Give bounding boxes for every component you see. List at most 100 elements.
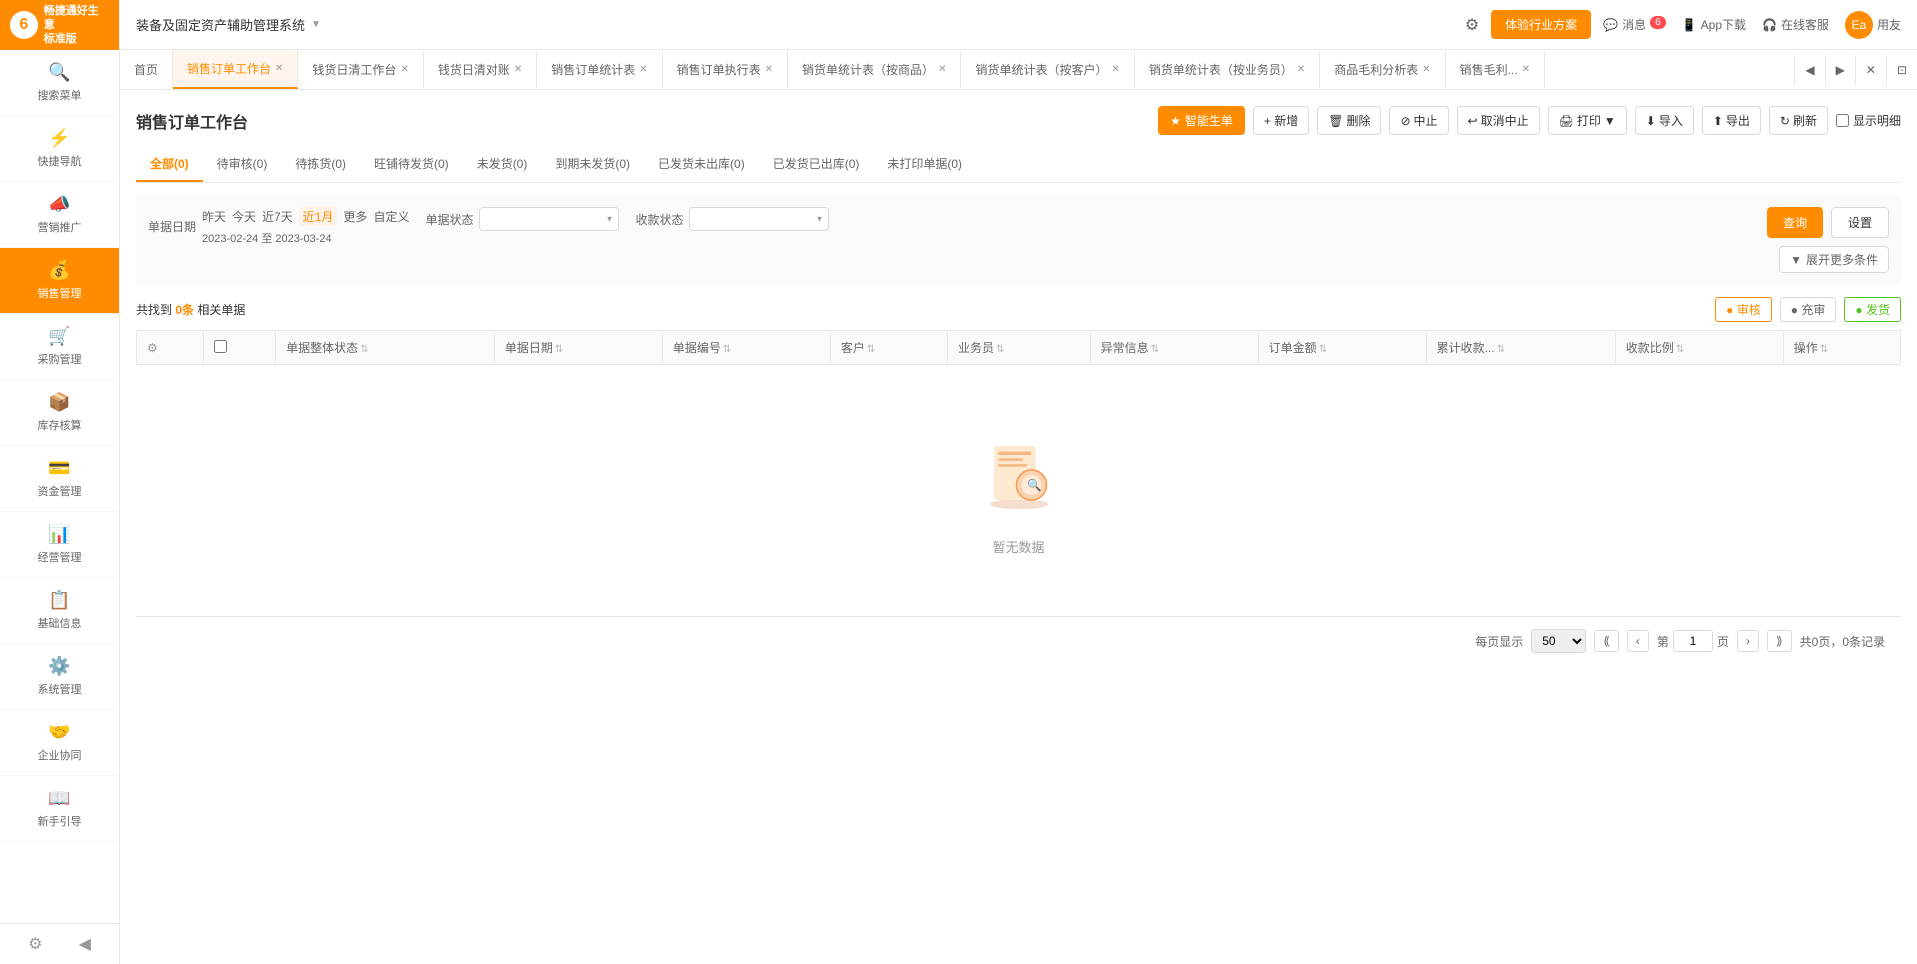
- stop-button[interactable]: ⊘ 中止: [1389, 106, 1448, 135]
- app-download-action[interactable]: 📱 App下载: [1682, 16, 1746, 33]
- export-button[interactable]: ⬆ 导出: [1702, 106, 1761, 135]
- date-shortcut-更多[interactable]: 更多: [343, 208, 367, 225]
- sort-icon-collected: ⇅: [1497, 344, 1505, 355]
- experience-button[interactable]: 体验行业方案: [1491, 10, 1591, 39]
- stop-icon: ⊘: [1400, 114, 1410, 128]
- detail-checkbox-label[interactable]: 显示明细: [1836, 112, 1901, 129]
- sidebar-item-经营管理[interactable]: 📊经营管理: [0, 512, 119, 578]
- tab-8[interactable]: 销货单统计表（按业务员）✕: [1135, 51, 1320, 88]
- export-icon: ⬆: [1713, 114, 1723, 128]
- tab-next-btn[interactable]: ▶: [1825, 55, 1855, 85]
- cancel-stop-button[interactable]: ↩ 取消中止: [1457, 106, 1540, 135]
- sidebar-item-采购管理[interactable]: 🛒采购管理: [0, 314, 119, 380]
- tab-close-icon[interactable]: ✕: [1422, 64, 1430, 75]
- tab-expand-btn[interactable]: ⊡: [1886, 55, 1917, 85]
- sidebar-label: 系统管理: [38, 681, 82, 697]
- tab-2[interactable]: 钱货日清工作台✕: [298, 51, 423, 88]
- filter-tab-已发货未出库[interactable]: 已发货未出库(0): [644, 147, 759, 182]
- filter-tab-未打印单据[interactable]: 未打印单据(0): [873, 147, 976, 182]
- delete-button[interactable]: 🗑 删除: [1317, 106, 1381, 135]
- sidebar-item-新手引导[interactable]: 📖新手引导: [0, 776, 119, 842]
- cancel-audit-button[interactable]: ● 充审: [1780, 297, 1837, 322]
- tab-close-icon[interactable]: ✕: [1522, 64, 1530, 75]
- tab-5[interactable]: 销售订单执行表✕: [663, 51, 788, 88]
- sidebar-item-营销推广[interactable]: 📣营销推广: [0, 182, 119, 248]
- print-button[interactable]: 🖨 打印 ▼: [1548, 106, 1627, 135]
- detail-checkbox[interactable]: [1836, 114, 1849, 127]
- sidebar-label: 企业协同: [38, 747, 82, 763]
- filter-tab-全部[interactable]: 全部(0): [136, 147, 203, 182]
- tab-close-icon[interactable]: ✕: [938, 64, 946, 75]
- date-shortcut-自定义[interactable]: 自定义: [373, 208, 409, 225]
- sidebar-item-基础信息[interactable]: 📋基础信息: [0, 578, 119, 644]
- message-action[interactable]: 💬 消息 6: [1603, 16, 1666, 33]
- filter-tab-待审核[interactable]: 待审核(0): [203, 147, 282, 182]
- tab-3[interactable]: 钱货日清对账✕: [424, 51, 537, 88]
- add-button[interactable]: + 新增: [1253, 106, 1309, 135]
- tab-close-icon[interactable]: ✕: [1111, 64, 1119, 75]
- per-page-select[interactable]: 50 100 200: [1531, 629, 1586, 653]
- filter-tab-已发货已出库[interactable]: 已发货已出库(0): [759, 147, 874, 182]
- sidebar-item-资金管理[interactable]: 💳资金管理: [0, 446, 119, 512]
- tab-6[interactable]: 销货单统计表（按商品）✕: [788, 51, 961, 88]
- settings-form-button[interactable]: 设置: [1831, 207, 1889, 238]
- sort-icon-amount: ⇅: [1319, 344, 1327, 355]
- page-next-btn[interactable]: ›: [1737, 630, 1759, 652]
- query-button[interactable]: 查询: [1767, 207, 1823, 238]
- audit-button[interactable]: ● 审核: [1715, 297, 1772, 322]
- tab-close-btn[interactable]: ✕: [1855, 55, 1886, 85]
- sort-icon-status: ⇅: [360, 344, 368, 355]
- sidebar-item-销售管理[interactable]: 💰销售管理: [0, 248, 119, 314]
- tab-close-icon[interactable]: ✕: [514, 64, 522, 75]
- date-shortcut-近7天[interactable]: 近7天: [262, 208, 293, 225]
- cancel-stop-icon: ↩: [1468, 114, 1478, 128]
- expand-conditions-button[interactable]: ▼ 展开更多条件: [1779, 246, 1889, 273]
- tab-4[interactable]: 销售订单统计表✕: [537, 51, 662, 88]
- online-service-action[interactable]: 🎧 在线客服: [1762, 16, 1829, 33]
- page-prev-btn[interactable]: ‹: [1627, 630, 1649, 652]
- tab-close-icon[interactable]: ✕: [275, 63, 283, 74]
- sidebar-item-搜索菜单[interactable]: 🔍搜索菜单: [0, 50, 119, 116]
- toolbar: ★ 智能生单 + 新增 🗑 删除 ⊘ 中止 ↩: [1158, 106, 1901, 135]
- sidebar-item-快捷导航[interactable]: ⚡快捷导航: [0, 116, 119, 182]
- header-settings-icon[interactable]: ⚙: [1465, 15, 1479, 35]
- collapse-icon[interactable]: ◀: [79, 934, 91, 954]
- tab-10[interactable]: 销售毛利...✕: [1446, 51, 1545, 88]
- refresh-button[interactable]: ↻ 刷新: [1769, 106, 1828, 135]
- tab-nav-buttons: ◀ ▶ ✕ ⊡: [1794, 55, 1917, 85]
- select-all-checkbox[interactable]: [214, 340, 227, 353]
- date-shortcut-近1月[interactable]: 近1月: [299, 207, 338, 226]
- page-input[interactable]: [1673, 630, 1713, 652]
- sidebar-item-系统管理[interactable]: ⚙️系统管理: [0, 644, 119, 710]
- page-last-btn[interactable]: ⟫: [1767, 630, 1792, 652]
- tab-close-icon[interactable]: ✕: [400, 64, 408, 75]
- import-button[interactable]: ⬇ 导入: [1635, 106, 1694, 135]
- tab-1[interactable]: 销售订单工作台✕: [173, 50, 298, 89]
- filter-tab-未发货[interactable]: 未发货(0): [463, 147, 542, 182]
- table-gear-icon[interactable]: ⚙: [147, 341, 158, 355]
- filter-tab-旺铺待发货[interactable]: 旺铺待发货(0): [360, 147, 463, 182]
- user-action[interactable]: Ea 用友: [1845, 11, 1901, 39]
- payment-select[interactable]: [689, 207, 829, 231]
- search-form: 单据日期 昨天今天近7天近1月更多自定义 2023-02-24 至 2023-0…: [136, 195, 1901, 285]
- filter-tab-待拣货[interactable]: 待拣货(0): [281, 147, 360, 182]
- tab-0[interactable]: 首页: [120, 51, 173, 88]
- tab-9[interactable]: 商品毛利分析表✕: [1320, 51, 1445, 88]
- import-icon: ⬇: [1646, 114, 1656, 128]
- sidebar-item-企业协同[interactable]: 🤝企业协同: [0, 710, 119, 776]
- tab-close-icon[interactable]: ✕: [1297, 64, 1305, 75]
- tab-close-icon[interactable]: ✕: [639, 64, 647, 75]
- sidebar-item-库存核算[interactable]: 📦库存核算: [0, 380, 119, 446]
- tab-close-icon[interactable]: ✕: [765, 64, 773, 75]
- send-button[interactable]: ● 发货: [1844, 297, 1901, 322]
- date-shortcut-今天[interactable]: 今天: [232, 208, 256, 225]
- audit-icon: ●: [1726, 303, 1733, 317]
- page-first-btn[interactable]: ⟪: [1594, 630, 1619, 652]
- tab-prev-btn[interactable]: ◀: [1794, 55, 1824, 85]
- smart-gen-button[interactable]: ★ 智能生单: [1158, 106, 1245, 135]
- filter-tab-到期未发货[interactable]: 到期未发货(0): [541, 147, 644, 182]
- status-select[interactable]: [479, 207, 619, 231]
- date-shortcut-昨天[interactable]: 昨天: [202, 208, 226, 225]
- tab-7[interactable]: 销货单统计表（按客户）✕: [961, 51, 1134, 88]
- settings-bottom-icon[interactable]: ⚙: [28, 934, 42, 954]
